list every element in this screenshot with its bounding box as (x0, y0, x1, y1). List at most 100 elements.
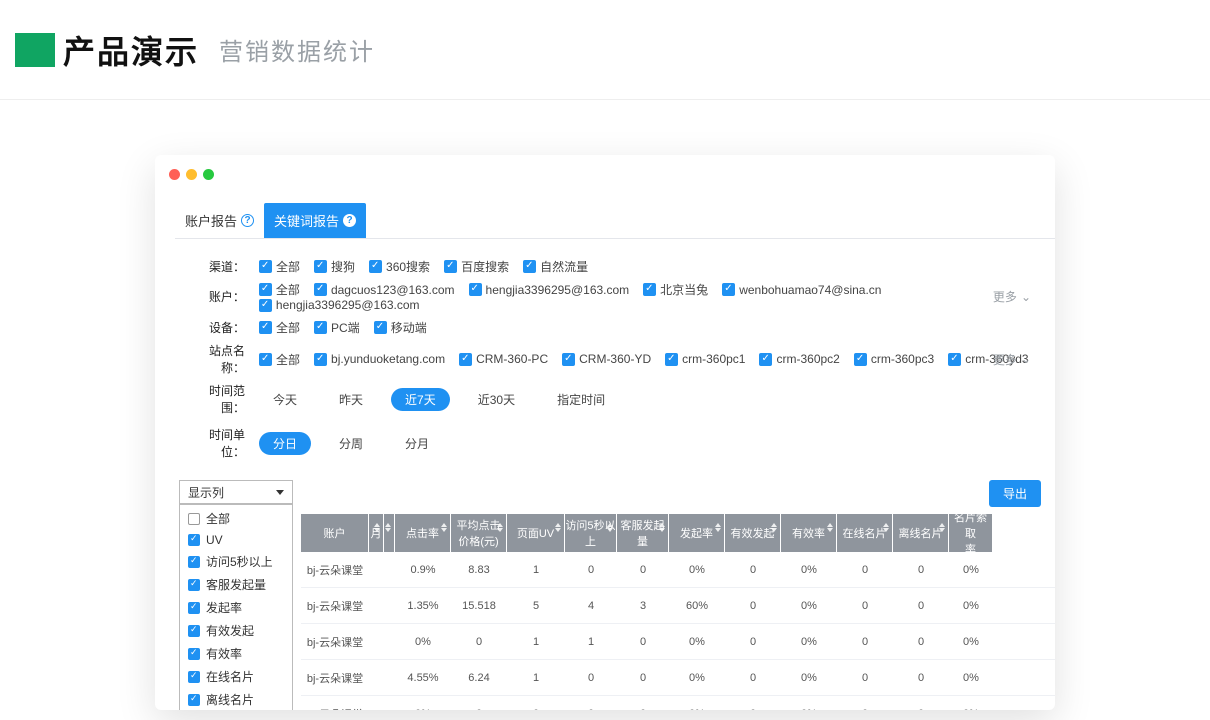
sort-icon[interactable] (771, 523, 777, 532)
column-select-dropdown[interactable]: 显示列 (179, 480, 293, 504)
sort-icon[interactable] (441, 523, 447, 532)
device-option[interactable]: PC端 (314, 319, 360, 336)
channel-option[interactable]: 搜狗 (314, 258, 355, 275)
account-option[interactable]: 全部 (259, 281, 300, 298)
site-option[interactable]: crm-360pc2 (759, 352, 839, 366)
column-toggle-item[interactable]: UV (180, 530, 292, 550)
timeunit-option[interactable]: 分月 (391, 432, 443, 455)
minimize-icon[interactable] (186, 169, 197, 180)
tab-account-report[interactable]: 账户报告 ? (175, 203, 264, 238)
maximize-icon[interactable] (203, 169, 214, 180)
column-toggle-item[interactable]: 离线名片 (180, 688, 292, 710)
export-button[interactable]: 导出 (989, 480, 1041, 507)
checkbox-icon[interactable] (469, 283, 482, 296)
th-offline-card[interactable]: 离线名片 (893, 514, 949, 552)
checkbox-icon[interactable] (459, 353, 472, 366)
th-account[interactable]: 账户 (301, 514, 369, 552)
checkbox-icon[interactable] (188, 648, 200, 660)
site-option[interactable]: crm-360pc3 (854, 352, 934, 366)
help-icon[interactable]: ? (241, 214, 254, 227)
checkbox-icon[interactable] (562, 353, 575, 366)
site-option[interactable]: CRM-360-YD (562, 352, 651, 366)
checkbox-icon[interactable] (523, 260, 536, 273)
checkbox-icon[interactable] (259, 321, 272, 334)
help-icon[interactable]: ? (343, 214, 356, 227)
checkbox-icon[interactable] (314, 321, 327, 334)
checkbox-icon[interactable] (369, 260, 382, 273)
account-option[interactable]: dagcuos123@163.com (314, 283, 455, 297)
column-toggle-item[interactable]: 访问5秒以上 (180, 550, 292, 573)
tab-keyword-report[interactable]: 关键词报告 ? (264, 203, 366, 238)
checkbox-icon[interactable] (188, 602, 200, 614)
checkbox-icon[interactable] (188, 534, 200, 546)
channel-option[interactable]: 全部 (259, 258, 300, 275)
checkbox-icon[interactable] (665, 353, 678, 366)
account-option[interactable]: wenbohuamao74@sina.cn (722, 283, 881, 297)
checkbox-icon[interactable] (259, 299, 272, 312)
channel-option[interactable]: 自然流量 (523, 258, 588, 275)
th-click-rate[interactable]: 点击率 (395, 514, 451, 552)
th-faqi-rate[interactable]: 发起率 (669, 514, 725, 552)
more-accounts[interactable]: 更多 ⌄ (993, 288, 1031, 305)
checkbox-icon[interactable] (722, 283, 735, 296)
th-kefu[interactable]: 客服发起量 (617, 514, 669, 552)
sort-icon[interactable] (607, 523, 613, 532)
checkbox-icon[interactable] (314, 260, 327, 273)
checkbox-icon[interactable] (948, 353, 961, 366)
site-option[interactable]: bj.yunduoketang.com (314, 352, 445, 366)
checkbox-icon[interactable] (854, 353, 867, 366)
channel-option[interactable]: 360搜索 (369, 258, 430, 275)
sort-icon[interactable] (883, 523, 889, 532)
timerange-option[interactable]: 近7天 (391, 388, 450, 411)
checkbox-icon[interactable] (259, 260, 272, 273)
sort-icon[interactable] (827, 523, 833, 532)
column-toggle-item[interactable]: 客服发起量 (180, 573, 292, 596)
timerange-option[interactable]: 近30天 (464, 388, 529, 411)
checkbox-icon[interactable] (188, 556, 200, 568)
checkbox-icon[interactable] (759, 353, 772, 366)
column-toggle-item[interactable]: 有效发起 (180, 619, 292, 642)
column-toggle-item[interactable]: 有效率 (180, 642, 292, 665)
th-youxiao-faqi[interactable]: 有效发起 (725, 514, 781, 552)
checkbox-icon[interactable] (314, 353, 327, 366)
site-option[interactable]: crm-360pc1 (665, 352, 745, 366)
device-option[interactable]: 移动端 (374, 319, 427, 336)
column-toggle-item[interactable]: 在线名片 (180, 665, 292, 688)
account-option[interactable]: hengjia3396295@163.com (469, 283, 630, 297)
timeunit-option[interactable]: 分周 (325, 432, 377, 455)
checkbox-icon[interactable] (643, 283, 656, 296)
site-option[interactable]: 全部 (259, 351, 300, 368)
account-option[interactable]: hengjia3396295@163.com (259, 298, 420, 312)
checkbox-icon[interactable] (188, 513, 200, 525)
column-toggle-item[interactable]: 全部 (180, 507, 292, 530)
checkbox-icon[interactable] (314, 283, 327, 296)
th-avg-price[interactable]: 平均点击价格(元) (451, 514, 507, 552)
checkbox-icon[interactable] (259, 283, 272, 296)
th-online-card[interactable]: 在线名片 (837, 514, 893, 552)
checkbox-icon[interactable] (374, 321, 387, 334)
timerange-option[interactable]: 今天 (259, 388, 311, 411)
checkbox-icon[interactable] (444, 260, 457, 273)
more-sites[interactable]: 更多 ⌄ (993, 351, 1031, 368)
channel-option[interactable]: 百度搜索 (444, 258, 509, 275)
th-visit5s[interactable]: 访问5秒以上 (565, 514, 617, 552)
site-option[interactable]: CRM-360-PC (459, 352, 548, 366)
th-card-rate[interactable]: 名片索取率 (949, 514, 993, 552)
sort-icon[interactable] (715, 523, 721, 532)
th-youxiao-rate[interactable]: 有效率 (781, 514, 837, 552)
close-icon[interactable] (169, 169, 180, 180)
timerange-option[interactable]: 指定时间 (543, 388, 619, 411)
checkbox-icon[interactable] (188, 694, 200, 706)
th-page-uv[interactable]: 页面UV (507, 514, 565, 552)
sort-icon[interactable] (659, 523, 665, 532)
device-option[interactable]: 全部 (259, 319, 300, 336)
checkbox-icon[interactable] (188, 625, 200, 637)
timeunit-option[interactable]: 分日 (259, 432, 311, 455)
timerange-option[interactable]: 昨天 (325, 388, 377, 411)
checkbox-icon[interactable] (188, 579, 200, 591)
sort-icon[interactable] (939, 523, 945, 532)
sort-icon[interactable] (497, 523, 503, 532)
checkbox-icon[interactable] (259, 353, 272, 366)
checkbox-icon[interactable] (188, 671, 200, 683)
account-option[interactable]: 北京当兔 (643, 281, 708, 298)
